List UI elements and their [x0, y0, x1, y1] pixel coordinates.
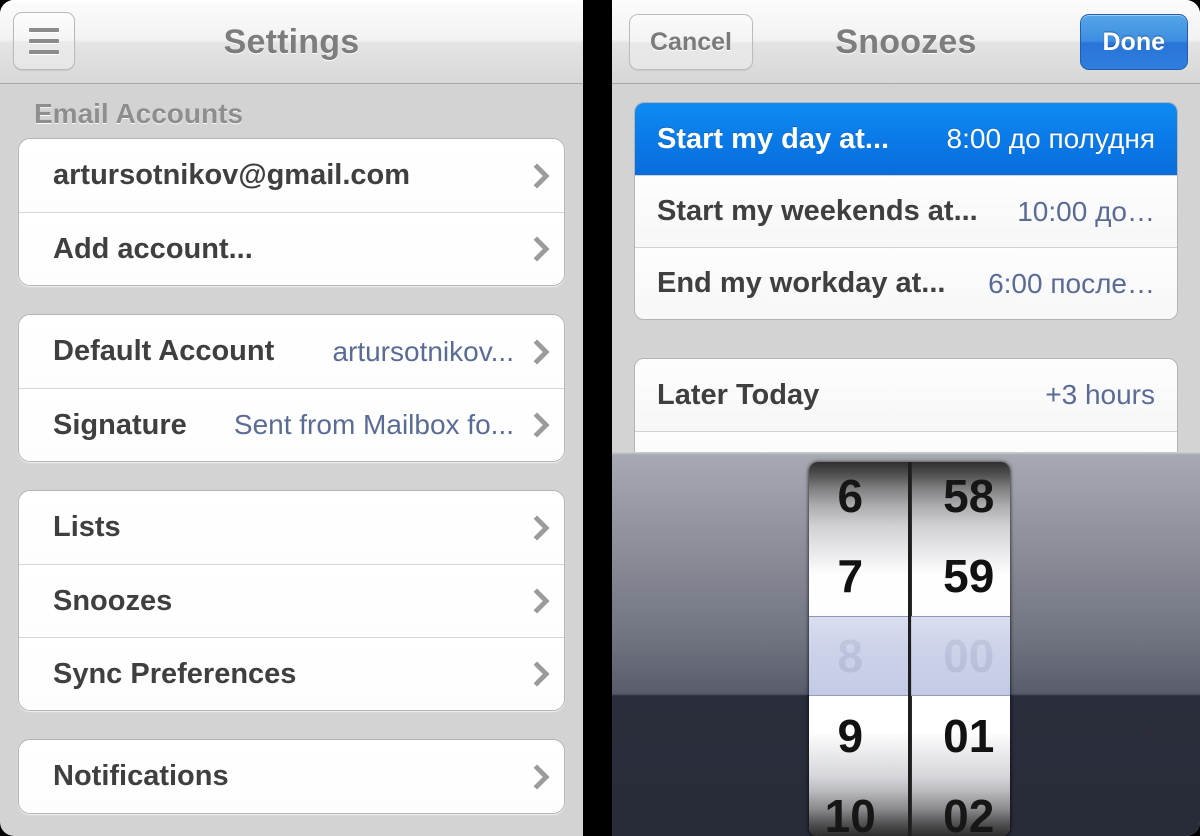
snooze-row-start-my-weekends[interactable]: Start my weekends at... 10:00 до… — [635, 175, 1177, 247]
row-label: Signature — [53, 408, 187, 441]
picker-option-hour[interactable]: 9 — [809, 696, 910, 776]
settings-row-notifications[interactable]: Notifications — [19, 740, 564, 813]
section-header-email-accounts: Email Accounts — [34, 98, 244, 129]
done-button[interactable]: Done — [1079, 14, 1188, 70]
page-title: Settings — [223, 23, 360, 61]
row-label: Sync Preferences — [53, 657, 297, 690]
settings-group-notifications: Notifications — [18, 739, 565, 814]
snooze-times-group: Start my day at... 8:00 до полудня Start… — [634, 102, 1178, 320]
picker-option-hour-selected[interactable]: 8 — [809, 616, 910, 696]
chevron-right-icon — [526, 763, 542, 791]
row-value: +3 hours — [1045, 379, 1155, 410]
settings-row-snoozes[interactable]: Snoozes — [19, 564, 564, 637]
settings-navbar: Settings — [0, 0, 583, 84]
snoozes-panel: Cancel Snoozes Done Start my day at... 8… — [612, 0, 1200, 836]
row-label: Later Today — [657, 378, 820, 411]
row-label: Notifications — [53, 760, 229, 792]
row-value: 8:00 до полудня — [946, 123, 1155, 154]
settings-row-signature[interactable]: Signature Sent from Mailbox fo... — [19, 388, 564, 461]
picker-option-minute[interactable]: 58 — [912, 462, 1011, 536]
settings-group-accounts: artursotnikov@gmail.com Add account... — [18, 138, 565, 286]
row-label: Start my day at... — [657, 122, 890, 155]
row-value: Sent from Mailbox fo... — [233, 409, 514, 440]
row-label: artursotnikov@gmail.com — [53, 159, 411, 191]
picker-option-minute[interactable]: 59 — [912, 536, 1011, 616]
row-label: Lists — [53, 511, 121, 543]
settings-row-lists[interactable]: Lists — [19, 491, 564, 564]
snooze-row-later-today[interactable]: Later Today +3 hours — [635, 359, 1177, 431]
screenshot-stage: Settings Email Accounts artursotnikov@gm… — [0, 0, 1200, 836]
row-label: Add account... — [53, 232, 253, 265]
picker-option-hour[interactable]: 10 — [809, 776, 910, 836]
picker-option-hour[interactable]: 6 — [809, 462, 910, 536]
settings-group-defaults: Default Account artursotnikov... Signatu… — [18, 314, 565, 462]
settings-group-features: Lists Snoozes Sync Preferences — [18, 490, 565, 711]
picker-option-hour[interactable]: 7 — [809, 536, 910, 616]
settings-row-sync-preferences[interactable]: Sync Preferences — [19, 637, 564, 710]
chevron-right-icon — [526, 587, 542, 615]
snooze-row-start-my-day[interactable]: Start my day at... 8:00 до полудня — [635, 103, 1177, 175]
settings-panel: Settings Email Accounts artursotnikov@gm… — [0, 0, 583, 836]
row-value: artursotnikov... — [332, 335, 514, 367]
time-picker-overlay: 6 7 8 9 10 58 59 00 01 02 — [612, 452, 1200, 836]
row-value: 10:00 до… — [1017, 195, 1155, 227]
time-picker[interactable]: 6 7 8 9 10 58 59 00 01 02 — [809, 462, 1010, 836]
picker-option-minute[interactable]: 01 — [912, 696, 1011, 776]
chevron-right-icon — [526, 660, 542, 688]
snooze-row-end-my-workday[interactable]: End my workday at... 6:00 после… — [635, 247, 1177, 319]
chevron-right-icon — [526, 162, 542, 190]
time-picker-hours-column[interactable]: 6 7 8 9 10 — [809, 462, 910, 836]
settings-row-add-account[interactable]: Add account... — [19, 212, 564, 285]
picker-option-minute-selected[interactable]: 00 — [912, 616, 1011, 696]
snoozes-navbar: Cancel Snoozes Done — [612, 0, 1200, 84]
chevron-right-icon — [526, 235, 542, 263]
row-value: 6:00 после… — [988, 267, 1155, 299]
settings-row-account-email[interactable]: artursotnikov@gmail.com — [19, 139, 564, 212]
settings-row-default-account[interactable]: Default Account artursotnikov... — [19, 315, 564, 388]
row-label: Start my weekends at... — [657, 195, 978, 227]
picker-option-minute[interactable]: 02 — [912, 776, 1011, 836]
time-picker-minutes-column[interactable]: 58 59 00 01 02 — [909, 462, 1011, 836]
row-label: Snoozes — [53, 584, 173, 617]
chevron-right-icon — [526, 514, 542, 542]
chevron-right-icon — [526, 338, 542, 366]
row-label: Default Account — [53, 335, 275, 367]
row-label: End my workday at... — [657, 267, 946, 299]
chevron-right-icon — [526, 411, 542, 439]
